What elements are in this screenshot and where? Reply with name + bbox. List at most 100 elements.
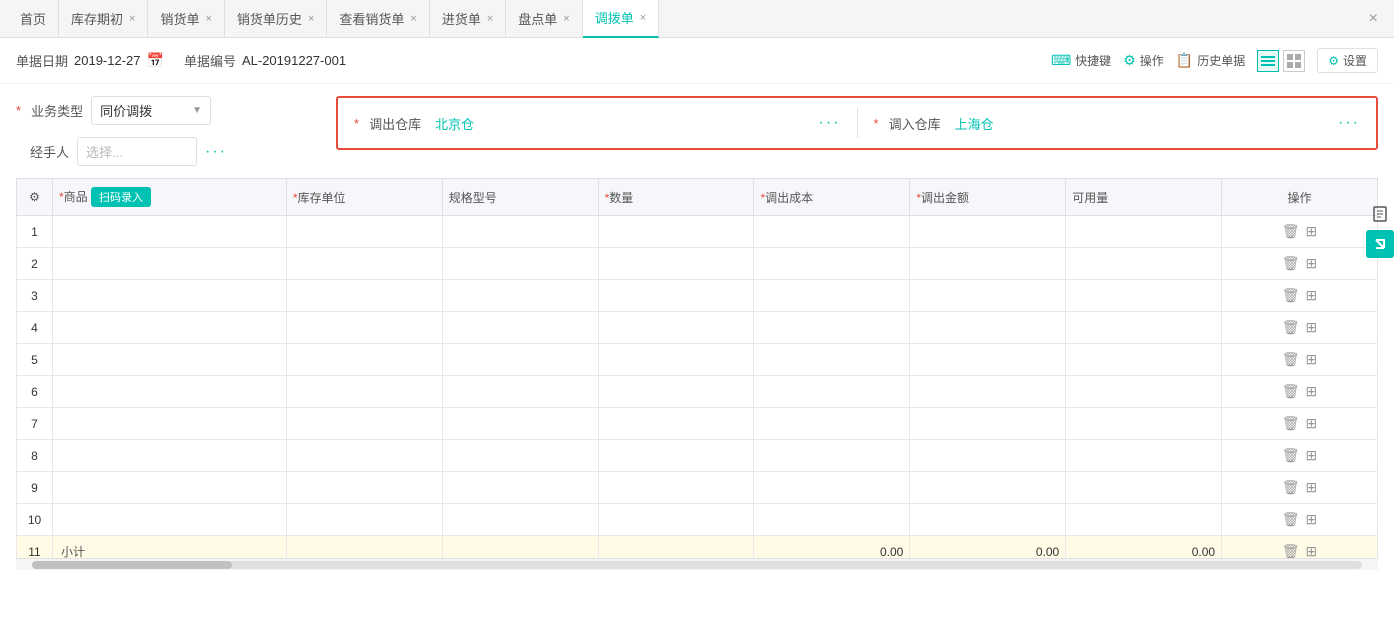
cost-cell[interactable] — [754, 216, 910, 248]
available-cell[interactable] — [1066, 472, 1222, 504]
unit-cell[interactable] — [286, 376, 442, 408]
amount-cell[interactable] — [910, 376, 1066, 408]
row-copy-icon[interactable]: ⊞ — [1306, 383, 1318, 400]
amount-cell[interactable] — [910, 312, 1066, 344]
product-cell[interactable] — [53, 248, 287, 280]
side-tool-document[interactable] — [1366, 200, 1394, 228]
available-cell[interactable] — [1066, 280, 1222, 312]
cost-cell[interactable] — [754, 280, 910, 312]
spec-cell[interactable] — [442, 472, 598, 504]
tab-close-transfer[interactable]: × — [640, 12, 646, 24]
layout-list-button[interactable] — [1257, 50, 1279, 72]
spec-cell[interactable] — [442, 440, 598, 472]
row-delete-icon[interactable]: 🗑 — [1282, 287, 1300, 304]
spec-cell[interactable] — [442, 408, 598, 440]
product-cell[interactable] — [53, 280, 287, 312]
qty-cell[interactable] — [598, 344, 754, 376]
row-copy-icon[interactable]: ⊞ — [1306, 479, 1318, 496]
cost-cell[interactable] — [754, 344, 910, 376]
business-type-dropdown[interactable]: 同价调拨 ▼ — [91, 96, 211, 125]
row-delete-icon[interactable]: 🗑 — [1282, 223, 1300, 240]
history-button[interactable]: 📋 历史单据 — [1176, 52, 1245, 69]
unit-cell[interactable] — [286, 504, 442, 536]
tab-close-inventory-init[interactable]: × — [129, 13, 135, 25]
unit-cell[interactable] — [286, 344, 442, 376]
warehouse-in-more-button[interactable]: ··· — [1338, 114, 1360, 132]
tab-close-sales-history[interactable]: × — [308, 13, 314, 25]
cost-cell[interactable] — [754, 248, 910, 280]
amount-cell[interactable] — [910, 216, 1066, 248]
row-delete-icon[interactable]: 🗑 — [1282, 415, 1300, 432]
spec-cell[interactable] — [442, 248, 598, 280]
qty-cell[interactable] — [598, 376, 754, 408]
cost-cell[interactable] — [754, 472, 910, 504]
qty-cell[interactable] — [598, 440, 754, 472]
amount-cell[interactable] — [910, 472, 1066, 504]
row-copy-icon[interactable]: ⊞ — [1306, 415, 1318, 432]
tab-inventory-init[interactable]: 库存期初 × — [59, 0, 148, 38]
cost-cell[interactable] — [754, 376, 910, 408]
unit-cell[interactable] — [286, 216, 442, 248]
spec-cell[interactable] — [442, 344, 598, 376]
unit-cell[interactable] — [286, 472, 442, 504]
row-delete-icon[interactable]: 🗑 — [1282, 447, 1300, 464]
row-delete-icon[interactable]: 🗑 — [1282, 319, 1300, 336]
qty-cell[interactable] — [598, 312, 754, 344]
shortcut-button[interactable]: ⌨ 快捷键 — [1051, 52, 1111, 69]
spec-cell[interactable] — [442, 504, 598, 536]
unit-cell[interactable] — [286, 408, 442, 440]
person-more-button[interactable]: ··· — [205, 143, 227, 161]
person-select[interactable]: 选择... — [77, 137, 197, 166]
amount-cell[interactable] — [910, 504, 1066, 536]
row-copy-icon[interactable]: ⊞ — [1306, 319, 1318, 336]
warehouse-out-more-button[interactable]: ··· — [819, 114, 841, 132]
spec-cell[interactable] — [442, 216, 598, 248]
window-close-button[interactable]: × — [1361, 6, 1386, 32]
available-cell[interactable] — [1066, 376, 1222, 408]
qty-cell[interactable] — [598, 472, 754, 504]
product-cell[interactable] — [53, 312, 287, 344]
available-cell[interactable] — [1066, 440, 1222, 472]
product-cell[interactable] — [53, 440, 287, 472]
row-copy-icon[interactable]: ⊞ — [1306, 351, 1318, 368]
tab-close-sales-order[interactable]: × — [205, 13, 211, 25]
scan-input-button[interactable]: 扫码录入 — [91, 187, 151, 207]
side-tool-expand[interactable] — [1366, 230, 1394, 258]
operations-button[interactable]: ⚙ 操作 — [1123, 52, 1164, 69]
tab-transfer[interactable]: 调拨单 × — [583, 0, 659, 38]
row-delete-icon[interactable]: 🗑 — [1282, 511, 1300, 528]
available-cell[interactable] — [1066, 248, 1222, 280]
qty-cell[interactable] — [598, 216, 754, 248]
settings-icon[interactable]: ⚙ — [29, 190, 40, 204]
amount-cell[interactable] — [910, 440, 1066, 472]
row-delete-icon[interactable]: 🗑 — [1282, 479, 1300, 496]
amount-cell[interactable] — [910, 280, 1066, 312]
row-delete-icon[interactable]: 🗑 — [1282, 255, 1300, 272]
row-copy-icon[interactable]: ⊞ — [1306, 543, 1318, 558]
tab-close-purchase[interactable]: × — [487, 13, 493, 25]
amount-cell[interactable] — [910, 344, 1066, 376]
product-cell[interactable] — [53, 376, 287, 408]
tab-close-stocktake[interactable]: × — [563, 13, 569, 25]
available-cell[interactable] — [1066, 344, 1222, 376]
row-copy-icon[interactable]: ⊞ — [1306, 223, 1318, 240]
product-cell[interactable] — [53, 408, 287, 440]
row-delete-icon[interactable]: 🗑 — [1282, 543, 1300, 558]
row-copy-icon[interactable]: ⊞ — [1306, 287, 1318, 304]
spec-cell[interactable] — [442, 280, 598, 312]
row-copy-icon[interactable]: ⊞ — [1306, 255, 1318, 272]
tab-sales-order[interactable]: 销货单 × — [148, 0, 224, 38]
row-delete-icon[interactable]: 🗑 — [1282, 383, 1300, 400]
calendar-icon[interactable]: 📅 — [147, 52, 164, 69]
cost-cell[interactable] — [754, 504, 910, 536]
available-cell[interactable] — [1066, 216, 1222, 248]
spec-cell[interactable] — [442, 312, 598, 344]
cost-cell[interactable] — [754, 312, 910, 344]
unit-cell[interactable] — [286, 312, 442, 344]
product-cell[interactable] — [53, 216, 287, 248]
layout-grid-button[interactable] — [1283, 50, 1305, 72]
row-copy-icon[interactable]: ⊞ — [1306, 447, 1318, 464]
amount-cell[interactable] — [910, 248, 1066, 280]
qty-cell[interactable] — [598, 248, 754, 280]
spec-cell[interactable] — [442, 376, 598, 408]
